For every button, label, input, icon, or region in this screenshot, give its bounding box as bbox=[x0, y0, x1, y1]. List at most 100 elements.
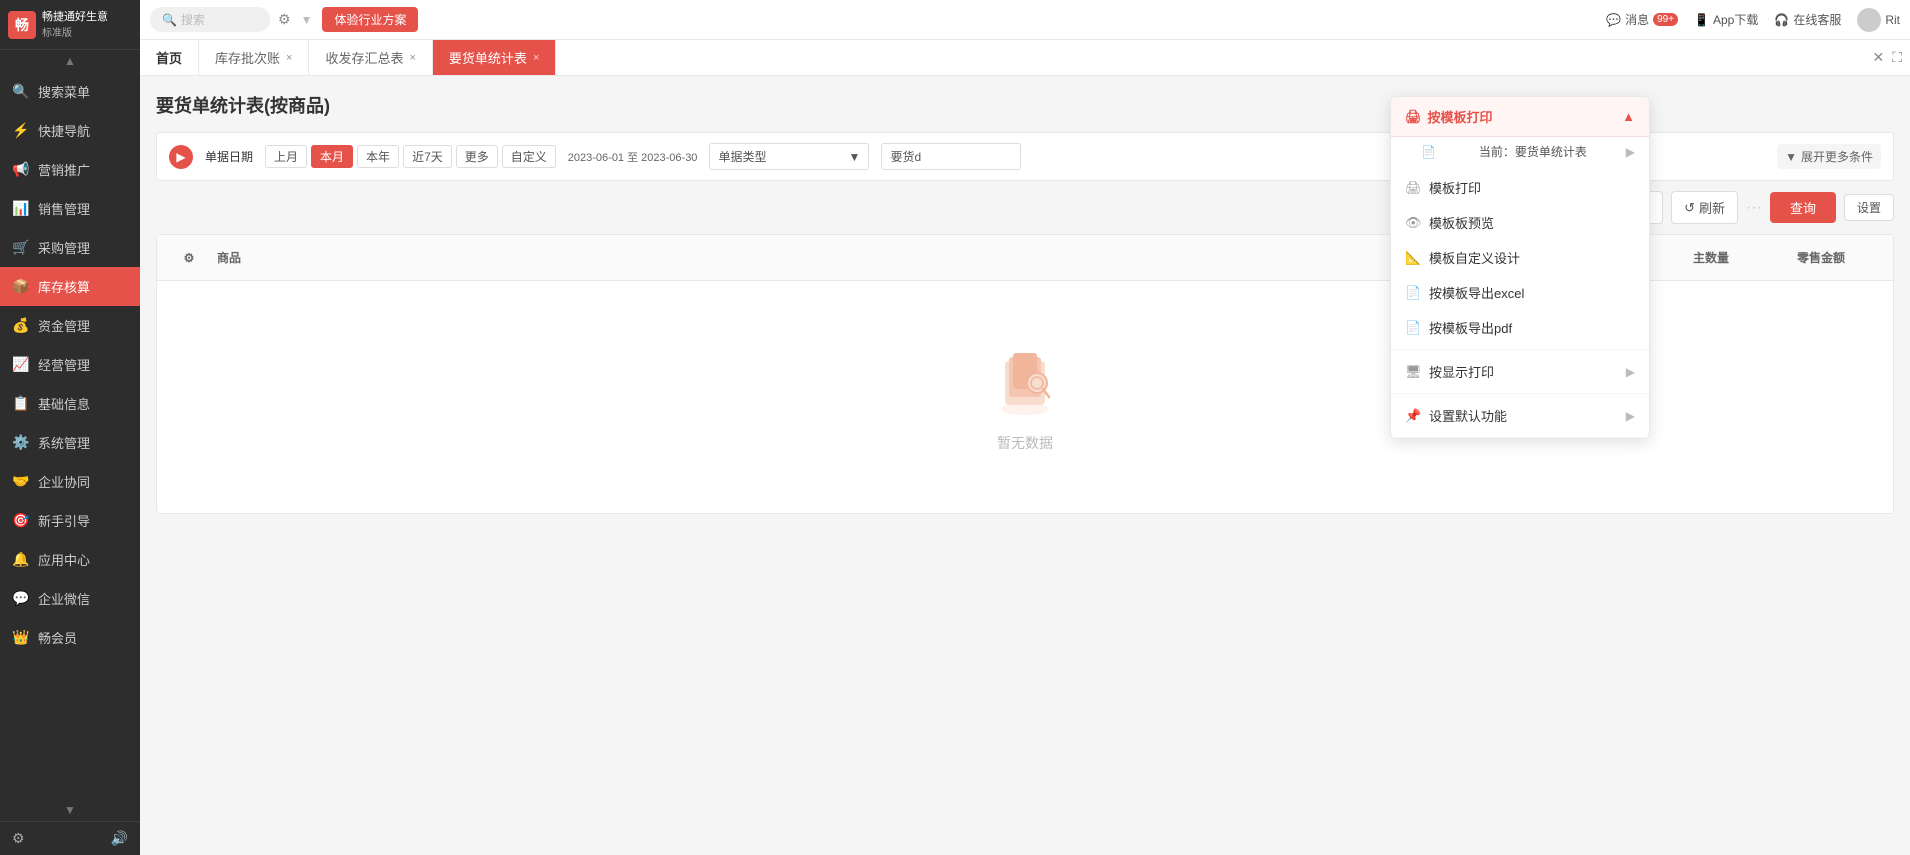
query-button[interactable]: 查询 bbox=[1770, 192, 1836, 223]
sales-icon: 📊 bbox=[12, 200, 30, 217]
dropdown-header[interactable]: 🖨 按模板打印 ▲ bbox=[1391, 97, 1649, 137]
date-btn-last7[interactable]: 近7天 bbox=[403, 145, 452, 168]
close-window-btn[interactable]: ✕ bbox=[1872, 49, 1884, 66]
tab-collection-summary[interactable]: 收发存汇总表 × bbox=[309, 40, 432, 75]
dropdown-header-chevron: ▲ bbox=[1622, 109, 1635, 124]
topbar-search-icon: 🔍 bbox=[162, 13, 177, 27]
app-logo-icon: 畅 bbox=[8, 11, 36, 39]
dropdown-current-item[interactable]: 📄 当前：要货单统计表 ▶ bbox=[1391, 137, 1649, 166]
template-design-label: 模板自定义设计 bbox=[1429, 248, 1520, 267]
operation-icon: 📈 bbox=[12, 356, 30, 373]
sidebar-item-inventory[interactable]: 📦 库存核算 bbox=[0, 267, 140, 306]
type-select-chevron: ▼ bbox=[849, 150, 861, 164]
expand-btn-label: 展开更多条件 bbox=[1801, 148, 1873, 165]
print-dropdown-menu: 🖨 按模板打印 ▲ 📄 当前：要货单统计表 ▶ 🖨 模板打印 👁 bbox=[1390, 96, 1650, 439]
tabbar: 首页 库存批次账 × 收发存汇总表 × 要货单统计表 × ✕ ⛶ bbox=[140, 40, 1910, 76]
tab-home[interactable]: 首页 bbox=[140, 40, 199, 75]
dropdown-item-export-pdf[interactable]: 📄 按模板导出pdf bbox=[1391, 310, 1649, 345]
filter-expand-icon[interactable]: ▶ bbox=[169, 145, 193, 169]
sound-bottom-icon[interactable]: 🔊 bbox=[111, 830, 128, 847]
dropdown-item-display-print[interactable]: 🖥 按显示打印 ▶ bbox=[1391, 354, 1649, 389]
sidebar-scroll-down[interactable]: ▼ bbox=[0, 799, 140, 821]
date-filter-label: 单据日期 bbox=[205, 148, 253, 165]
date-btn-current-year[interactable]: 本年 bbox=[357, 145, 399, 168]
dropdown-item-template-design[interactable]: 📐 模板自定义设计 bbox=[1391, 240, 1649, 275]
purchase-icon: 🛒 bbox=[12, 239, 30, 256]
expand-down-icon: ▼ bbox=[1785, 150, 1797, 164]
tab-inventory-batch[interactable]: 库存批次账 × bbox=[199, 40, 309, 75]
dropdown-header-label: 按模板打印 bbox=[1428, 107, 1493, 126]
sidebar-item-purchase[interactable]: 🛒 采购管理 bbox=[0, 228, 140, 267]
user-avatar-item[interactable]: Rit bbox=[1857, 8, 1900, 32]
current-template-label: 当前：要货单统计表 bbox=[1479, 143, 1587, 160]
maximize-window-btn[interactable]: ⛶ bbox=[1892, 49, 1902, 66]
topbar: 🔍 搜索 ⚙ ▼ 体验行业方案 💬 消息 99+ 📱 App下载 🎧 在线客服 … bbox=[140, 0, 1910, 40]
industry-solution-button[interactable]: 体验行业方案 bbox=[322, 7, 418, 32]
tab-collection-label: 收发存汇总表 bbox=[325, 48, 403, 67]
export-excel-label: 按模板导出excel bbox=[1429, 283, 1524, 302]
app-download-item[interactable]: 📱 App下载 bbox=[1694, 11, 1758, 28]
sidebar-item-guide[interactable]: 🎯 新手引导 bbox=[0, 501, 140, 540]
refresh-button[interactable]: ↺ 刷新 bbox=[1671, 191, 1738, 224]
sidebar-item-collab[interactable]: 🤝 企业协同 bbox=[0, 462, 140, 501]
tab-order-stats-close[interactable]: × bbox=[533, 52, 539, 64]
sidebar-item-quick-nav[interactable]: ⚡ 快捷导航 bbox=[0, 111, 140, 150]
sidebar-item-wechat[interactable]: 💬 企业微信 bbox=[0, 579, 140, 618]
type-select-label: 单据类型 bbox=[718, 148, 766, 165]
sidebar-scroll-up[interactable]: ▲ bbox=[0, 50, 140, 72]
type-filter-select[interactable]: 单据类型 ▼ bbox=[709, 143, 869, 170]
goods-filter-input[interactable]: 要货d bbox=[881, 143, 1021, 170]
default-func-icon: 📌 bbox=[1405, 408, 1421, 424]
more-options-icon[interactable]: ··· bbox=[1746, 199, 1762, 217]
settings-button[interactable]: 设置 bbox=[1844, 194, 1894, 221]
dropdown-item-template-preview[interactable]: 👁 模板板预览 bbox=[1391, 205, 1649, 240]
tab-order-stats[interactable]: 要货单统计表 × bbox=[433, 40, 556, 75]
tab-home-label: 首页 bbox=[156, 48, 182, 67]
topbar-right: 💬 消息 99+ 📱 App下载 🎧 在线客服 Rit bbox=[1606, 8, 1900, 32]
sidebar-item-finance[interactable]: 💰 资金管理 bbox=[0, 306, 140, 345]
sidebar-item-member[interactable]: 👑 畅会员 bbox=[0, 618, 140, 657]
dropdown-item-template-print[interactable]: 🖨 模板打印 bbox=[1391, 170, 1649, 205]
sidebar-item-search[interactable]: 🔍 搜索菜单 bbox=[0, 72, 140, 111]
sidebar-item-sales[interactable]: 📊 销售管理 bbox=[0, 189, 140, 228]
message-item[interactable]: 💬 消息 99+ bbox=[1606, 11, 1678, 28]
sidebar-item-appstore[interactable]: 🔔 应用中心 bbox=[0, 540, 140, 579]
search-icon: 🔍 bbox=[12, 83, 30, 100]
export-excel-icon: 📄 bbox=[1405, 285, 1421, 301]
sidebar-item-basic[interactable]: 📋 基础信息 bbox=[0, 384, 140, 423]
sidebar-item-operation[interactable]: 📈 经营管理 bbox=[0, 345, 140, 384]
dropdown-section-2: 🖥 按显示打印 ▶ bbox=[1391, 350, 1649, 394]
dropdown-item-default-func[interactable]: 📌 设置默认功能 ▶ bbox=[1391, 398, 1649, 433]
date-btn-custom[interactable]: 自定义 bbox=[502, 145, 556, 168]
topbar-gear-icon[interactable]: ⚙ bbox=[278, 11, 291, 28]
template-print-label: 模板打印 bbox=[1429, 178, 1481, 197]
tab-collection-close[interactable]: × bbox=[409, 52, 415, 64]
basic-icon: 📋 bbox=[12, 395, 30, 412]
dropdown-item-export-excel[interactable]: 📄 按模板导出excel bbox=[1391, 275, 1649, 310]
date-btn-prev-month[interactable]: 上月 bbox=[265, 145, 307, 168]
sidebar-item-system[interactable]: ⚙️ 系统管理 bbox=[0, 423, 140, 462]
inventory-icon: 📦 bbox=[12, 278, 30, 295]
online-service-item[interactable]: 🎧 在线客服 bbox=[1774, 11, 1841, 28]
sidebar-item-label: 销售管理 bbox=[38, 199, 90, 218]
headset-icon: 🎧 bbox=[1774, 13, 1789, 27]
settings-bottom-icon[interactable]: ⚙ bbox=[12, 830, 25, 847]
sidebar-item-label: 营销推广 bbox=[38, 160, 90, 179]
wechat-icon: 💬 bbox=[12, 590, 30, 607]
col-settings[interactable]: ⚙ bbox=[169, 245, 209, 271]
sidebar-item-marketing[interactable]: 📢 营销推广 bbox=[0, 150, 140, 189]
topbar-separator: ▼ bbox=[301, 13, 313, 27]
col-goods: 商品 bbox=[209, 243, 1541, 272]
date-btn-more[interactable]: 更多 bbox=[456, 145, 498, 168]
user-avatar bbox=[1857, 8, 1881, 32]
tab-inventory-batch-close[interactable]: × bbox=[286, 52, 292, 64]
expand-more-btn[interactable]: ▼ 展开更多条件 bbox=[1777, 144, 1881, 169]
topbar-search[interactable]: 🔍 搜索 bbox=[150, 7, 270, 32]
date-btn-current-month[interactable]: 本月 bbox=[311, 145, 353, 168]
date-buttons: 上月 本月 本年 近7天 更多 自定义 bbox=[265, 145, 556, 168]
col-amount: 零售金额 bbox=[1761, 243, 1881, 272]
default-func-label: 设置默认功能 bbox=[1429, 406, 1507, 425]
display-print-label: 按显示打印 bbox=[1429, 362, 1494, 381]
sidebar-item-label: 企业协同 bbox=[38, 472, 90, 491]
sidebar-nav: 🔍 搜索菜单 ⚡ 快捷导航 📢 营销推广 📊 销售管理 🛒 采购管理 📦 库存核… bbox=[0, 72, 140, 799]
